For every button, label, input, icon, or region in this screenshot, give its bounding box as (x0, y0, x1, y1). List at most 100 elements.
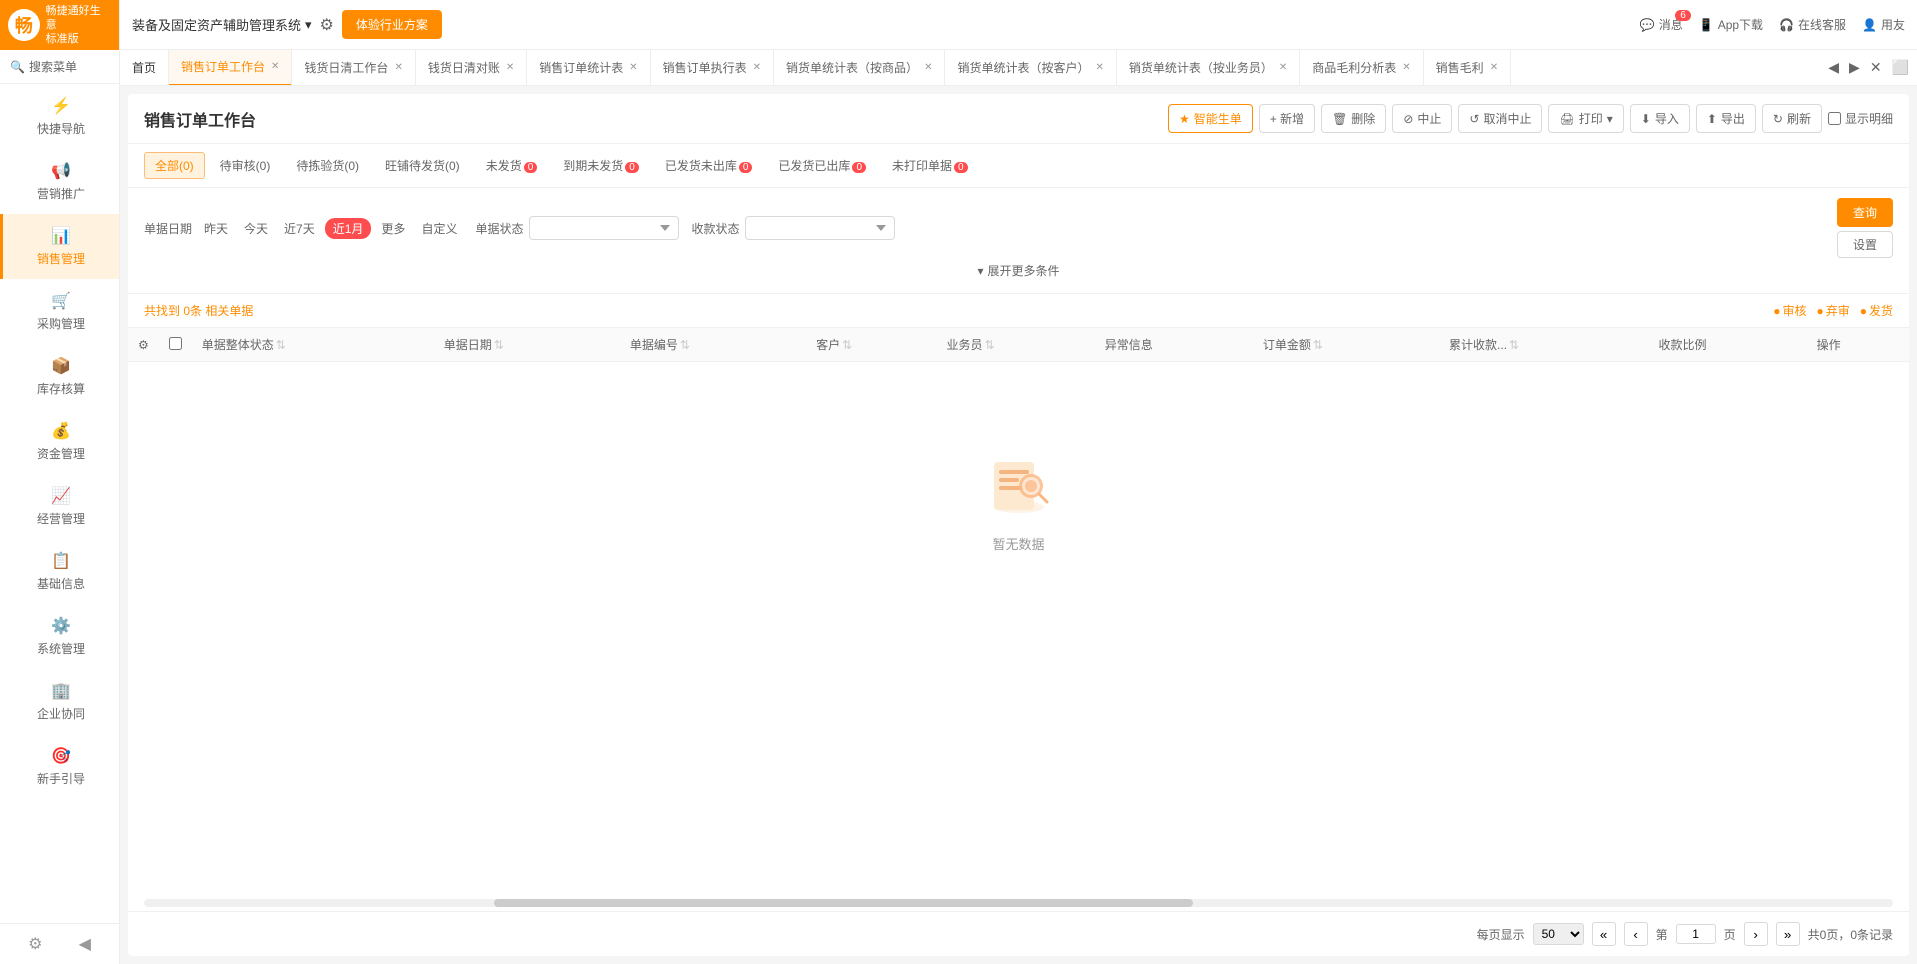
filter-tab-shipped-out[interactable]: 已发货已出库0 (767, 152, 877, 179)
select-all-checkbox[interactable] (169, 337, 182, 350)
show-detail-checkbox[interactable] (1828, 112, 1841, 125)
table-settings-icon[interactable]: ⚙ (128, 328, 159, 362)
tab-sales-summary-staff[interactable]: 销货单统计表（按业务员）✕ (1117, 50, 1300, 86)
filter-tab-not-printed[interactable]: 未打印单据0 (881, 152, 979, 179)
payment-select[interactable] (745, 216, 895, 240)
suspend-button[interactable]: ⊘ 中止 (1392, 104, 1452, 133)
refresh-button[interactable]: ↻ 刷新 (1762, 104, 1822, 133)
filter-tab-pending-check[interactable]: 待拣验货(0) (285, 152, 370, 179)
sidebar-item-basic-info[interactable]: 📋基础信息 (0, 539, 119, 604)
filter-tab-expired-not-shipped[interactable]: 到期未发货0 (552, 152, 650, 179)
add-button[interactable]: + 新增 (1259, 104, 1315, 133)
cancel-suspend-button[interactable]: ↺ 取消中止 (1458, 104, 1542, 133)
delete-button[interactable]: 🗑 删除 (1321, 104, 1386, 133)
export-button[interactable]: ⬆ 导出 (1696, 104, 1756, 133)
date-option[interactable]: 更多 (375, 218, 411, 239)
tab-maximize-button[interactable]: ⬜ (1888, 57, 1913, 78)
show-detail-checkbox-label[interactable]: 显示明细 (1828, 110, 1893, 127)
message-icon-item[interactable]: 💬 6 消息 (1640, 16, 1683, 33)
print-button[interactable]: 🖨 打印 ▾ (1548, 104, 1623, 133)
setting-button[interactable]: 设置 (1837, 231, 1893, 258)
import-button[interactable]: ⬇ 导入 (1630, 104, 1690, 133)
table-column-status[interactable]: 单据整体状态⇅ (192, 328, 434, 362)
date-option[interactable]: 昨天 (198, 218, 234, 239)
page-number-input[interactable] (1676, 924, 1716, 944)
tab-sales-summary-customer[interactable]: 销货单统计表（按客户）✕ (945, 50, 1116, 86)
table-column-number[interactable]: 单据编号⇅ (620, 328, 806, 362)
sidebar-item-inventory[interactable]: 📦库存核算 (0, 344, 119, 409)
tab-close-icon[interactable]: ✕ (1490, 62, 1498, 73)
sidebar-item-sales[interactable]: 📊销售管理 (0, 214, 119, 279)
solution-button[interactable]: 体验行业方案 (342, 10, 442, 39)
enterprise-icon: 🏢 (51, 681, 71, 701)
online-service-item[interactable]: 🎧 在线客服 (1779, 16, 1846, 33)
tab-close-icon[interactable]: ✕ (629, 62, 637, 73)
system-title[interactable]: 装备及固定资产辅助管理系统 ▾ (132, 15, 312, 34)
filter-tab-all[interactable]: 全部(0) (144, 152, 205, 179)
table-column-customer[interactable]: 客户⇅ (806, 328, 936, 362)
horizontal-scrollbar[interactable] (144, 899, 1893, 907)
smart-create-button[interactable]: ★ 智能生单 (1168, 104, 1253, 133)
settings-icon[interactable]: ⚙ (28, 934, 42, 954)
filter-tab-wangpu-pending[interactable]: 旺铺待发货(0) (374, 152, 471, 179)
table-select-all-header[interactable] (159, 328, 192, 362)
tab-close-icon[interactable]: ✕ (1279, 62, 1287, 73)
tab-scroll-right-button[interactable]: ▶ (1845, 57, 1864, 78)
tab-sales-profit[interactable]: 销售毛利✕ (1424, 50, 1511, 86)
query-button[interactable]: 查询 (1837, 198, 1893, 227)
tab-home[interactable]: 首页 (120, 50, 169, 86)
table-column-collected[interactable]: 累计收款...⇅ (1439, 328, 1648, 362)
tab-close-icon[interactable]: ✕ (1402, 62, 1410, 73)
app-download-item[interactable]: 📱 App下载 (1699, 16, 1763, 33)
tab-cash-daily[interactable]: 钱货日清工作台✕ (292, 50, 415, 86)
table-column-amount[interactable]: 订单金额⇅ (1253, 328, 1439, 362)
filter-tab-pending-review[interactable]: 待审核(0) (209, 152, 282, 179)
tab-close-icon[interactable]: ✕ (753, 62, 761, 73)
date-option[interactable]: 今天 (238, 218, 274, 239)
first-page-button[interactable]: « (1592, 922, 1616, 946)
next-page-button[interactable]: › (1744, 922, 1768, 946)
prev-page-button[interactable]: ‹ (1624, 922, 1648, 946)
status-select[interactable] (529, 216, 679, 240)
sidebar-item-purchase[interactable]: 🛒采购管理 (0, 279, 119, 344)
collapse-icon[interactable]: ◀ (79, 934, 91, 954)
date-option[interactable]: 自定义 (415, 218, 463, 239)
search-conditions: 单据日期 昨天今天近7天近1月更多自定义 单据状态 收款状态 (128, 188, 1909, 294)
quick-cancel-review-button[interactable]: ● 弃审 (1816, 302, 1849, 319)
import-icon: ⬇ (1641, 112, 1651, 126)
page-size-select[interactable]: 50 100 (1533, 923, 1584, 945)
sidebar-item-operations[interactable]: 📈经营管理 (0, 474, 119, 539)
tab-sales-workbench[interactable]: 销售订单工作台✕ (169, 50, 292, 86)
tab-close-icon[interactable]: ✕ (394, 62, 402, 73)
quick-ship-button[interactable]: ● 发货 (1860, 302, 1893, 319)
sidebar-item-system[interactable]: ⚙️系统管理 (0, 604, 119, 669)
table-column-date[interactable]: 单据日期⇅ (434, 328, 620, 362)
date-option[interactable]: 近1月 (325, 218, 372, 239)
quick-review-button[interactable]: ● 审核 (1773, 302, 1806, 319)
sidebar-item-quick-nav[interactable]: ⚡快捷导航 (0, 84, 119, 149)
sidebar-item-marketing[interactable]: 📢营销推广 (0, 149, 119, 214)
tab-scroll-left-button[interactable]: ◀ (1824, 57, 1843, 78)
date-option[interactable]: 近7天 (278, 218, 321, 239)
tab-close-icon[interactable]: ✕ (271, 61, 279, 72)
filter-tab-not-shipped[interactable]: 未发货0 (475, 152, 549, 179)
tab-sales-exec[interactable]: 销售订单执行表✕ (651, 50, 774, 86)
sidebar-item-guide[interactable]: 🎯新手引导 (0, 734, 119, 799)
tab-margin-analysis[interactable]: 商品毛利分析表✕ (1300, 50, 1423, 86)
filter-tab-shipped-not-out[interactable]: 已发货未出库0 (654, 152, 764, 179)
sidebar-item-enterprise[interactable]: 🏢企业协同 (0, 669, 119, 734)
tab-sales-stats[interactable]: 销售订单统计表✕ (527, 50, 650, 86)
tab-close-all-button[interactable]: ✕ (1866, 57, 1886, 78)
gear-icon[interactable]: ⚙ (320, 15, 334, 35)
tab-cash-reconcile[interactable]: 钱货日清对账✕ (416, 50, 527, 86)
tab-sales-summary-product[interactable]: 销货单统计表（按商品）✕ (774, 50, 945, 86)
last-page-button[interactable]: » (1776, 922, 1800, 946)
sidebar-search[interactable]: 🔍 搜索菜单 (0, 50, 119, 84)
user-item[interactable]: 👤 用友 (1862, 16, 1905, 33)
tab-close-icon[interactable]: ✕ (1095, 62, 1103, 73)
tab-close-icon[interactable]: ✕ (924, 62, 932, 73)
table-column-staff[interactable]: 业务员⇅ (936, 328, 1094, 362)
expand-conditions-button[interactable]: ▾ 展开更多条件 (977, 262, 1059, 279)
sidebar-item-finance[interactable]: 💰资金管理 (0, 409, 119, 474)
tab-close-icon[interactable]: ✕ (506, 62, 514, 73)
